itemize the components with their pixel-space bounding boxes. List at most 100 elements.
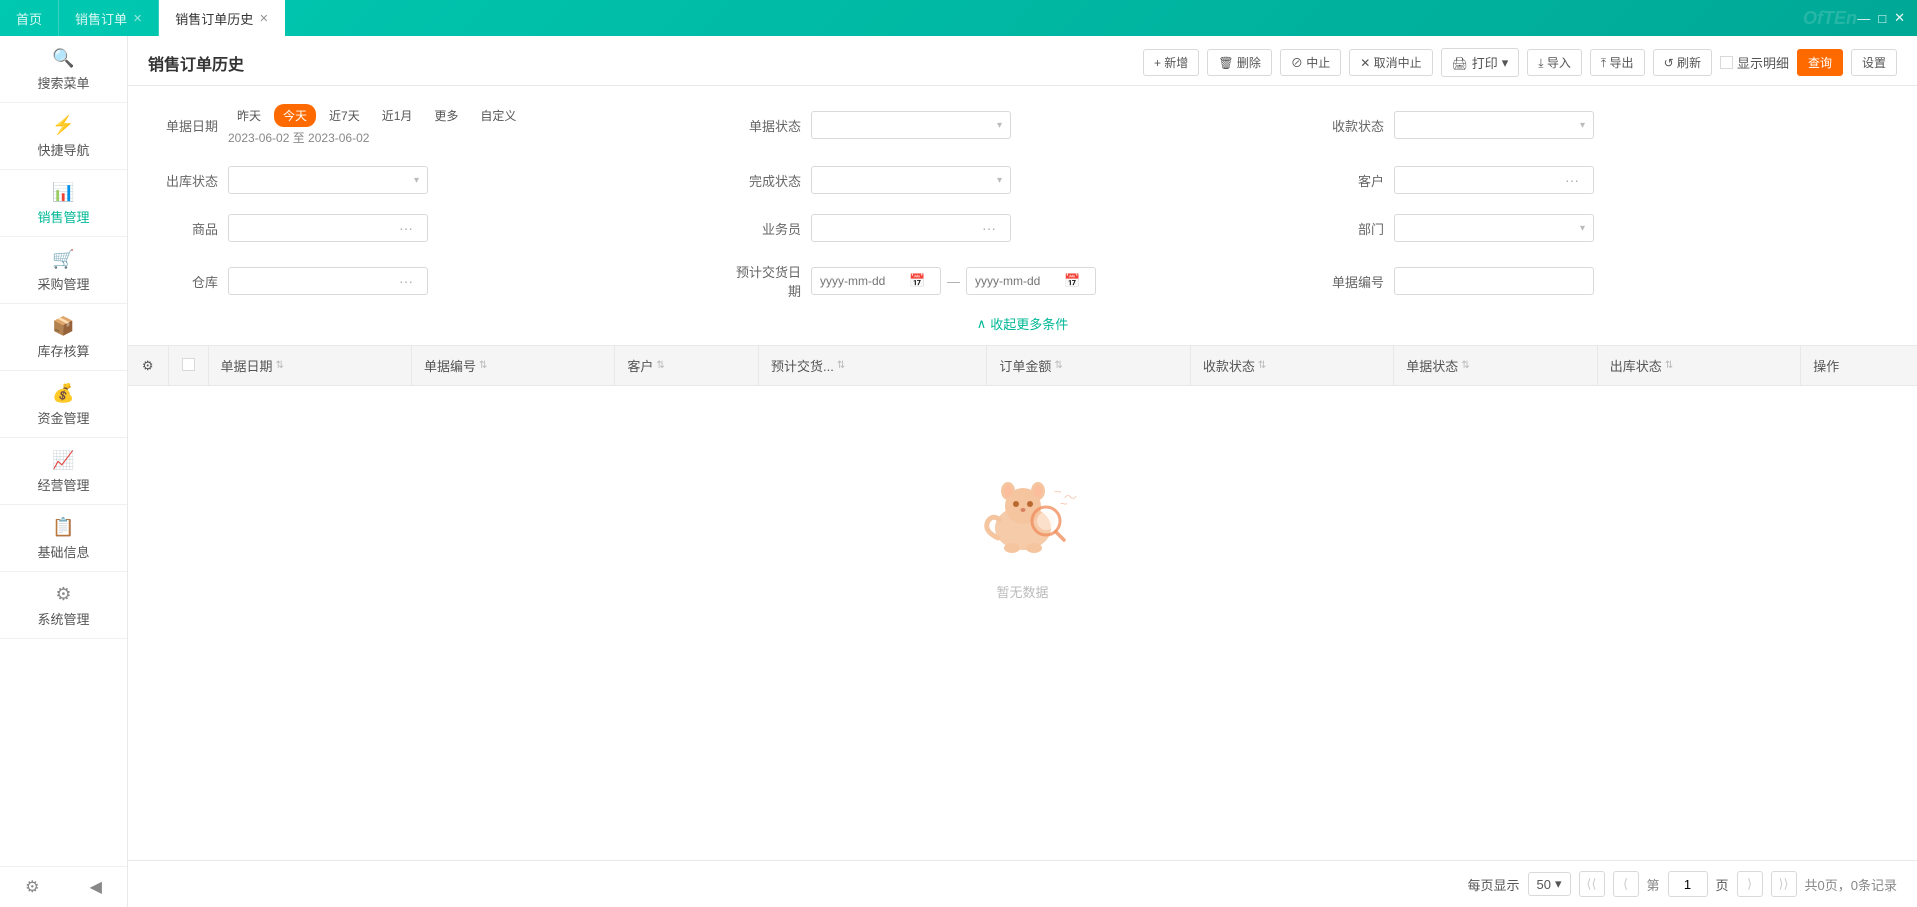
- customer-input[interactable]: [1403, 173, 1559, 187]
- export-button[interactable]: ⤒ 导出: [1590, 49, 1645, 76]
- date-pill-7days[interactable]: 近7天: [320, 104, 369, 127]
- dept-label: 部门: [1314, 219, 1394, 238]
- salesperson-ellipsis-btn[interactable]: ···: [976, 220, 1002, 236]
- product-ellipsis-btn[interactable]: ···: [393, 220, 419, 236]
- bill-status-select[interactable]: ▾: [811, 111, 1011, 139]
- filter-date: 单据日期 昨天 今天 近7天 近1月 更多 自定义 2023-06-02 至 2…: [148, 98, 731, 152]
- date-pill-today[interactable]: 今天: [274, 104, 316, 127]
- page-input[interactable]: 1: [1668, 871, 1708, 897]
- delivery-end-cal-icon[interactable]: 📅: [1064, 273, 1080, 289]
- th-out-status-label: 出库状态: [1610, 356, 1662, 375]
- content-area: 销售订单历史 + 新增 🗑 删除 ⊘ 中止 ✕ 取消中止 🖨 打印 ▾ ⤓ 导入…: [128, 36, 1917, 907]
- th-bill-status-label: 单据状态: [1406, 356, 1458, 375]
- filter-warehouse: 仓库 ···: [148, 256, 731, 306]
- th-bill-status-sort-icon: ⇅: [1461, 360, 1469, 371]
- payment-status-select[interactable]: ▾: [1394, 111, 1594, 139]
- per-page-select[interactable]: 50 ▾: [1528, 872, 1571, 896]
- date-pill-more[interactable]: 更多: [425, 104, 467, 127]
- bill-no-input[interactable]: [1403, 274, 1585, 288]
- tab-sales-order[interactable]: 销售订单 ✕: [59, 0, 159, 36]
- sidebar-settings-icon[interactable]: ⚙: [25, 877, 39, 897]
- dept-select[interactable]: ▾: [1394, 214, 1594, 242]
- collapse-row[interactable]: ∧ 收起更多条件: [148, 310, 1897, 333]
- main-layout: 🔍 搜索菜单 ⚡ 快捷导航 📊 销售管理 🛒 采购管理 📦 库存核算 💰 资金管…: [0, 36, 1917, 907]
- empty-state: ~ ~ ～ 暂无数据: [128, 386, 1917, 681]
- th-out-status[interactable]: 出库状态 ⇅: [1597, 346, 1800, 386]
- th-settings[interactable]: ⚙: [128, 346, 168, 386]
- delivery-start-input[interactable]: [820, 274, 905, 288]
- top-bar: 首页 销售订单 ✕ 销售订单历史 ✕ — □ ✕ OfTEn: [0, 0, 1917, 36]
- out-status-select[interactable]: ▾: [228, 166, 428, 194]
- sales-icon: 📊: [52, 182, 74, 203]
- show-detail-checkbox[interactable]: [1720, 56, 1733, 69]
- date-pill-yesterday[interactable]: 昨天: [228, 104, 270, 127]
- sidebar-item-sales[interactable]: 📊 销售管理: [0, 170, 127, 237]
- page-prev-btn[interactable]: ⟨: [1613, 871, 1639, 897]
- th-bill-no[interactable]: 单据编号 ⇅: [411, 346, 614, 386]
- th-payment-status[interactable]: 收款状态 ⇅: [1190, 346, 1393, 386]
- sidebar-item-basic[interactable]: 📋 基础信息: [0, 505, 127, 572]
- sidebar-item-system[interactable]: ⚙ 系统管理: [0, 572, 127, 639]
- sidebar-item-purchase[interactable]: 🛒 采购管理: [0, 237, 127, 304]
- warehouse-ellipsis-btn[interactable]: ···: [393, 273, 419, 289]
- sidebar-item-operations[interactable]: 📈 经营管理: [0, 438, 127, 505]
- tab-sales-order-history-close[interactable]: ✕: [259, 12, 268, 25]
- th-bill-status[interactable]: 单据状态 ⇅: [1394, 346, 1597, 386]
- tab-home[interactable]: 首页: [0, 0, 59, 36]
- page-next-btn[interactable]: ⟩: [1737, 871, 1763, 897]
- per-page-label: 每页显示: [1467, 875, 1519, 894]
- th-date[interactable]: 单据日期 ⇅: [208, 346, 411, 386]
- date-range-text: 2023-06-02 至 2023-06-02: [228, 129, 731, 146]
- window-maximize-icon[interactable]: □: [1878, 11, 1886, 26]
- print-button[interactable]: 🖨 打印 ▾: [1441, 48, 1520, 77]
- customer-ellipsis-btn[interactable]: ···: [1559, 172, 1585, 188]
- page-title: 销售订单历史: [148, 51, 244, 75]
- warehouse-input[interactable]: [237, 274, 393, 288]
- date-pill-custom[interactable]: 自定义: [471, 104, 525, 127]
- sidebar-item-finance-label: 资金管理: [37, 408, 89, 427]
- sidebar-collapse-icon[interactable]: ◀: [90, 877, 102, 897]
- sidebar-item-search-label: 搜索菜单: [37, 73, 89, 92]
- complete-status-chevron-icon: ▾: [997, 175, 1002, 186]
- window-close-icon[interactable]: ✕: [1894, 10, 1905, 26]
- out-status-chevron-icon: ▾: [414, 175, 419, 186]
- th-checkbox-all[interactable]: [182, 358, 195, 371]
- sidebar-item-inventory[interactable]: 📦 库存核算: [0, 304, 127, 371]
- complete-status-select[interactable]: ▾: [811, 166, 1011, 194]
- date-pill-1month[interactable]: 近1月: [373, 104, 422, 127]
- product-input[interactable]: [237, 221, 393, 235]
- th-customer[interactable]: 客户 ⇅: [615, 346, 759, 386]
- th-customer-sort-icon: ⇅: [656, 360, 664, 371]
- sidebar-item-shortcut[interactable]: ⚡ 快捷导航: [0, 103, 127, 170]
- stop-button[interactable]: ⊘ 中止: [1280, 49, 1341, 76]
- delete-button[interactable]: 🗑 删除: [1207, 49, 1272, 76]
- window-minimize-icon[interactable]: —: [1857, 11, 1870, 26]
- th-amount-sort-icon: ⇅: [1054, 360, 1062, 371]
- collapse-text: 收起更多条件: [990, 314, 1068, 333]
- import-button[interactable]: ⤓ 导入: [1527, 49, 1582, 76]
- add-button[interactable]: + 新增: [1143, 49, 1199, 76]
- cancel-stop-button[interactable]: ✕ 取消中止: [1349, 49, 1432, 76]
- th-checkbox[interactable]: [168, 346, 208, 386]
- th-action-label: 操作: [1813, 359, 1839, 374]
- settings-gear-icon[interactable]: ⚙: [142, 358, 154, 373]
- delivery-end-input[interactable]: [975, 274, 1060, 288]
- th-delivery-label: 预计交货...: [771, 356, 834, 375]
- refresh-button[interactable]: ↺ 刷新: [1653, 49, 1712, 76]
- salesperson-input-wrapper: ···: [811, 214, 1011, 242]
- sidebar-item-search[interactable]: 🔍 搜索菜单: [0, 36, 127, 103]
- query-button[interactable]: 查询: [1797, 49, 1843, 76]
- tab-home-label: 首页: [16, 9, 42, 28]
- th-delivery[interactable]: 预计交货... ⇅: [759, 346, 987, 386]
- th-amount[interactable]: 订单金额 ⇅: [987, 346, 1190, 386]
- salesperson-input[interactable]: [820, 221, 976, 235]
- tab-sales-order-close[interactable]: ✕: [133, 12, 142, 25]
- delivery-start-cal-icon[interactable]: 📅: [909, 273, 925, 289]
- tab-sales-order-history[interactable]: 销售订单历史 ✕: [159, 0, 285, 36]
- date-separator: —: [945, 274, 962, 289]
- sidebar-item-finance[interactable]: 💰 资金管理: [0, 371, 127, 438]
- page-last-btn[interactable]: ⟩⟩: [1771, 871, 1797, 897]
- settings-button[interactable]: 设置: [1851, 49, 1897, 76]
- show-detail-label[interactable]: 显示明细: [1720, 53, 1789, 72]
- page-first-btn[interactable]: ⟨⟨: [1579, 871, 1605, 897]
